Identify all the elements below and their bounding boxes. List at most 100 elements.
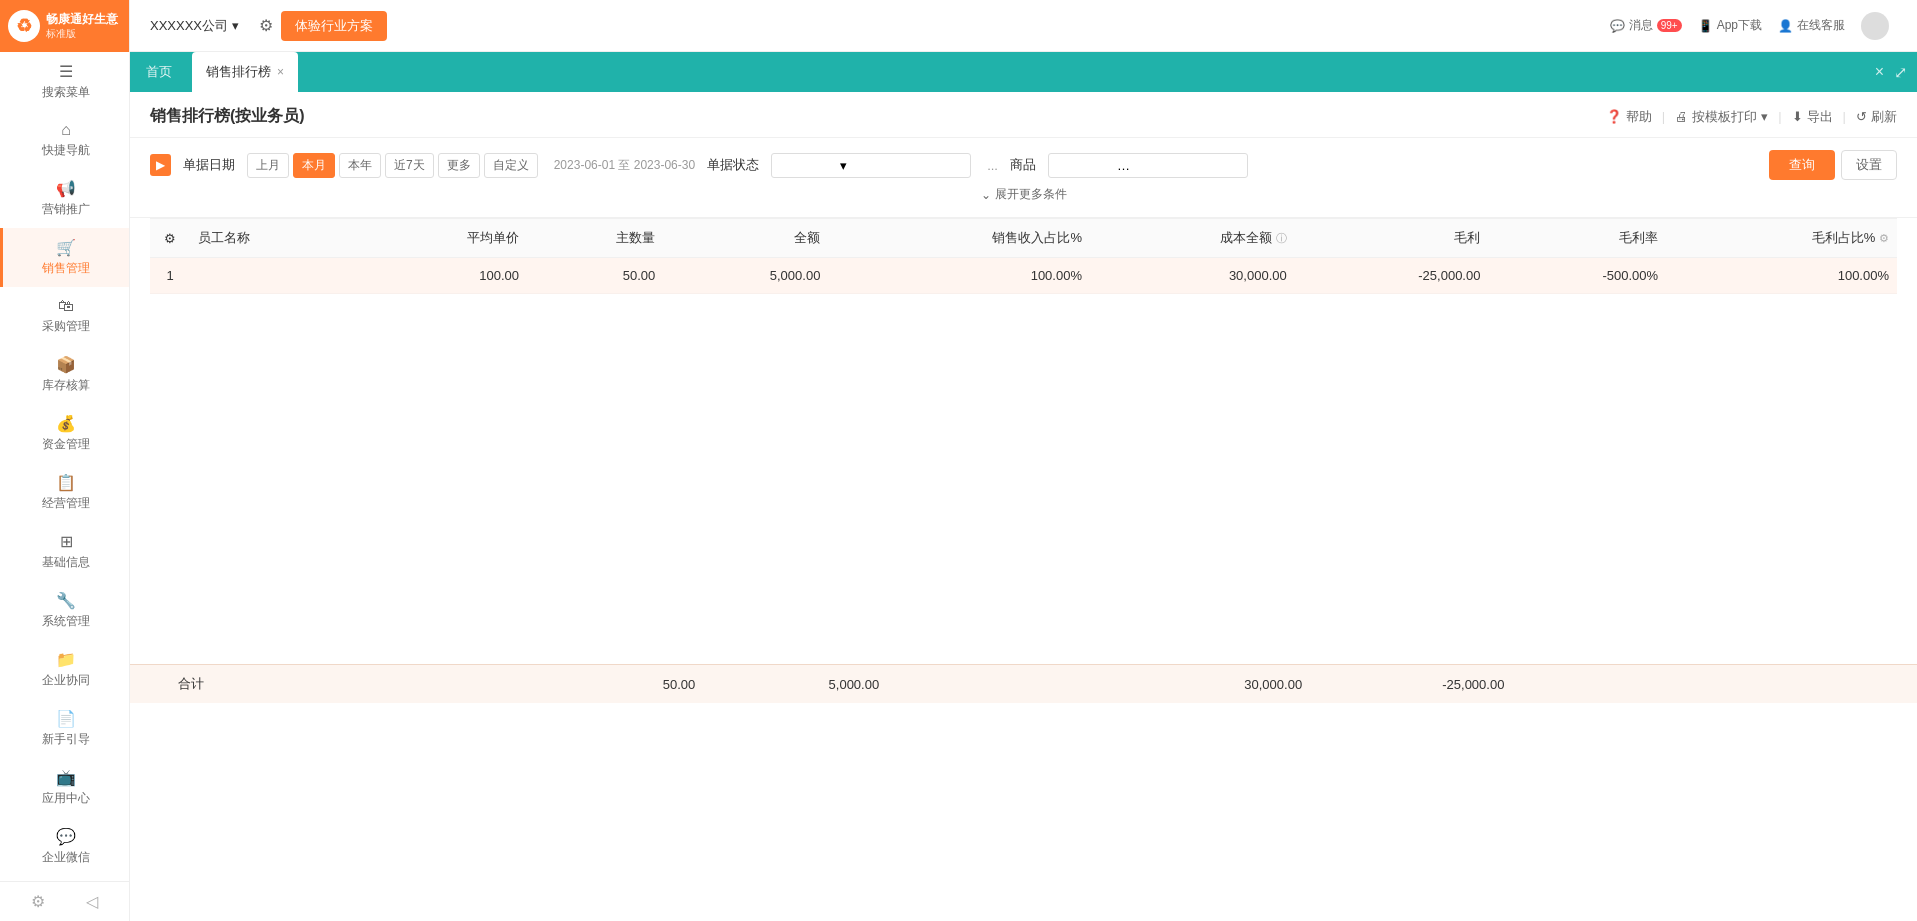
cell-gross: -25,000.00: [1295, 258, 1489, 294]
status-chevron-icon: ▾: [840, 158, 847, 173]
filter-dots[interactable]: ...: [987, 158, 998, 173]
refresh-label: 刷新: [1871, 108, 1897, 126]
app-label: App下载: [1717, 17, 1762, 34]
sidebar-settings-button[interactable]: ⚙: [31, 892, 45, 911]
tab-sales-ranking[interactable]: 销售排行榜 ×: [192, 52, 298, 92]
print-label: 按模板打印: [1692, 108, 1757, 126]
date-range-display: 2023-06-01 至 2023-06-30: [554, 157, 695, 174]
col-gross-pct: 毛利占比% ⚙: [1666, 219, 1897, 258]
sidebar-nav: ☰ 搜索菜单 ⌂ 快捷导航 📢 营销推广 🛒 销售管理 🛍 采购管理 📦 库存核…: [0, 52, 129, 881]
table-footer: 合计 50.00 5,000.00 30,000.00 -25,000.00: [130, 664, 1917, 703]
tab-home[interactable]: 首页: [130, 52, 188, 92]
sidebar-item-system[interactable]: 🔧 系统管理: [0, 581, 129, 640]
date-cur-month-button[interactable]: 本月: [293, 153, 335, 178]
message-label: 消息: [1629, 17, 1653, 34]
sidebar-item-guide[interactable]: 📄 新手引导: [0, 699, 129, 758]
topbar-right: 💬 消息 99+ 📱 App下载 👤 在线客服: [1610, 12, 1905, 40]
filter-area: ▶ 单据日期 上月 本月 本年 近7天 更多 自定义 2023-06-01 至 …: [130, 138, 1917, 218]
settings-button[interactable]: 设置: [1841, 150, 1897, 180]
col-gross: 毛利: [1295, 219, 1489, 258]
help-label: 帮助: [1626, 108, 1652, 126]
page-title: 销售排行榜(按业务员): [150, 106, 305, 127]
status-select[interactable]: ▾: [771, 153, 971, 178]
footer-amount: 5,000.00: [703, 665, 887, 703]
cell-gross-pct: 100.00%: [1666, 258, 1897, 294]
expand-conditions-button[interactable]: ⌄ 展开更多条件: [981, 186, 1067, 203]
cell-amount: 5,000.00: [663, 258, 828, 294]
collab-icon: 📁: [56, 650, 76, 669]
sidebar-item-inventory[interactable]: 📦 库存核算: [0, 345, 129, 404]
main-area: XXXXXX公司 ▾ ⚙ 体验行业方案 💬 消息 99+ 📱 App下载 👤 在…: [130, 0, 1917, 921]
print-button[interactable]: 🖨 按模板打印 ▾: [1675, 108, 1768, 126]
service-button[interactable]: 👤 在线客服: [1778, 17, 1845, 34]
basic-icon: ⊞: [60, 532, 73, 551]
trial-button[interactable]: 体验行业方案: [281, 11, 387, 41]
message-icon: 💬: [1610, 19, 1625, 33]
sidebar-item-label: 库存核算: [42, 377, 90, 394]
date-label: 单据日期: [183, 156, 235, 174]
message-button[interactable]: 💬 消息 99+: [1610, 17, 1682, 34]
goods-input[interactable]: …: [1048, 153, 1248, 178]
sidebar-item-collab[interactable]: 📁 企业协同: [0, 640, 129, 699]
operations-icon: 📋: [56, 473, 76, 492]
table-container: ⚙ 员工名称 平均单价 主数量 全额 销售收入占比% 成本全额 ⓘ 毛利 毛利率…: [130, 218, 1917, 314]
date-prev-month-button[interactable]: 上月: [247, 153, 289, 178]
sidebar-item-label: 新手引导: [42, 731, 90, 748]
sidebar-item-label: 系统管理: [42, 613, 90, 630]
tab-close-icon[interactable]: ×: [277, 65, 284, 79]
sidebar-item-wechat[interactable]: 💬 企业微信: [0, 817, 129, 876]
tab-label: 销售排行榜: [206, 63, 271, 81]
help-button[interactable]: ❓ 帮助: [1606, 108, 1652, 126]
sidebar-item-label: 经营管理: [42, 495, 90, 512]
topbar: XXXXXX公司 ▾ ⚙ 体验行业方案 💬 消息 99+ 📱 App下载 👤 在…: [130, 0, 1917, 52]
sidebar-collapse-button[interactable]: ◁: [86, 892, 98, 911]
topbar-settings-icon[interactable]: ⚙: [259, 16, 273, 35]
cell-gross-rate: -500.00%: [1488, 258, 1666, 294]
sidebar-item-funds[interactable]: 💰 资金管理: [0, 404, 129, 463]
sidebar-item-operations[interactable]: 📋 经营管理: [0, 463, 129, 522]
date-7days-button[interactable]: 近7天: [385, 153, 434, 178]
date-more-button[interactable]: 更多: [438, 153, 480, 178]
sales-icon: 🛒: [56, 238, 76, 257]
query-button[interactable]: 查询: [1769, 150, 1835, 180]
sidebar-item-sales[interactable]: 🛒 销售管理: [0, 228, 129, 287]
sidebar-item-shortcuts[interactable]: ⌂ 快捷导航: [0, 111, 129, 169]
inventory-icon: 📦: [56, 355, 76, 374]
print-icon: 🖨: [1675, 109, 1688, 124]
footer-qty: 50.00: [556, 665, 703, 703]
date-buttons: 上月 本月 本年 近7天 更多 自定义: [247, 153, 538, 178]
window-restore-icon[interactable]: ⤢: [1894, 63, 1907, 82]
filter-row-1: ▶ 单据日期 上月 本月 本年 近7天 更多 自定义 2023-06-01 至 …: [150, 150, 1897, 180]
refresh-button[interactable]: ↺ 刷新: [1856, 108, 1897, 126]
print-chevron-icon: ▾: [1761, 109, 1768, 124]
window-close-icon[interactable]: ×: [1875, 63, 1884, 81]
sidebar-item-apps[interactable]: 📺 应用中心: [0, 758, 129, 817]
sidebar-item-purchase[interactable]: 🛍 采购管理: [0, 287, 129, 345]
home-icon: ⌂: [61, 121, 71, 139]
service-icon: 👤: [1778, 19, 1793, 33]
logo-icon: ♻: [8, 10, 40, 42]
export-button[interactable]: ⬇ 导出: [1792, 108, 1833, 126]
filter-toggle-button[interactable]: ▶: [150, 154, 171, 176]
sidebar-item-label: 搜索菜单: [42, 84, 90, 101]
wechat-icon: 💬: [56, 827, 76, 846]
sidebar-item-search[interactable]: ☰ 搜索菜单: [0, 52, 129, 111]
sidebar-item-label: 营销推广: [42, 201, 90, 218]
service-label: 在线客服: [1797, 17, 1845, 34]
sidebar-item-marketing[interactable]: 📢 营销推广: [0, 169, 129, 228]
user-avatar[interactable]: [1861, 12, 1889, 40]
goods-label: 商品: [1010, 156, 1036, 174]
purchase-icon: 🛍: [58, 297, 74, 315]
marketing-icon: 📢: [56, 179, 76, 198]
company-selector[interactable]: XXXXXX公司 ▾: [142, 13, 247, 39]
message-badge: 99+: [1657, 19, 1682, 32]
footer-gross: -25,000.00: [1310, 665, 1512, 703]
col-name: 员工名称: [190, 219, 359, 258]
funds-icon: 💰: [56, 414, 76, 433]
cell-qty: 50.00: [527, 258, 663, 294]
sidebar-item-basic[interactable]: ⊞ 基础信息: [0, 522, 129, 581]
app-download-button[interactable]: 📱 App下载: [1698, 17, 1762, 34]
date-year-button[interactable]: 本年: [339, 153, 381, 178]
sidebar-logo: ♻ 畅康通好生意 标准版: [0, 0, 129, 52]
date-custom-button[interactable]: 自定义: [484, 153, 538, 178]
